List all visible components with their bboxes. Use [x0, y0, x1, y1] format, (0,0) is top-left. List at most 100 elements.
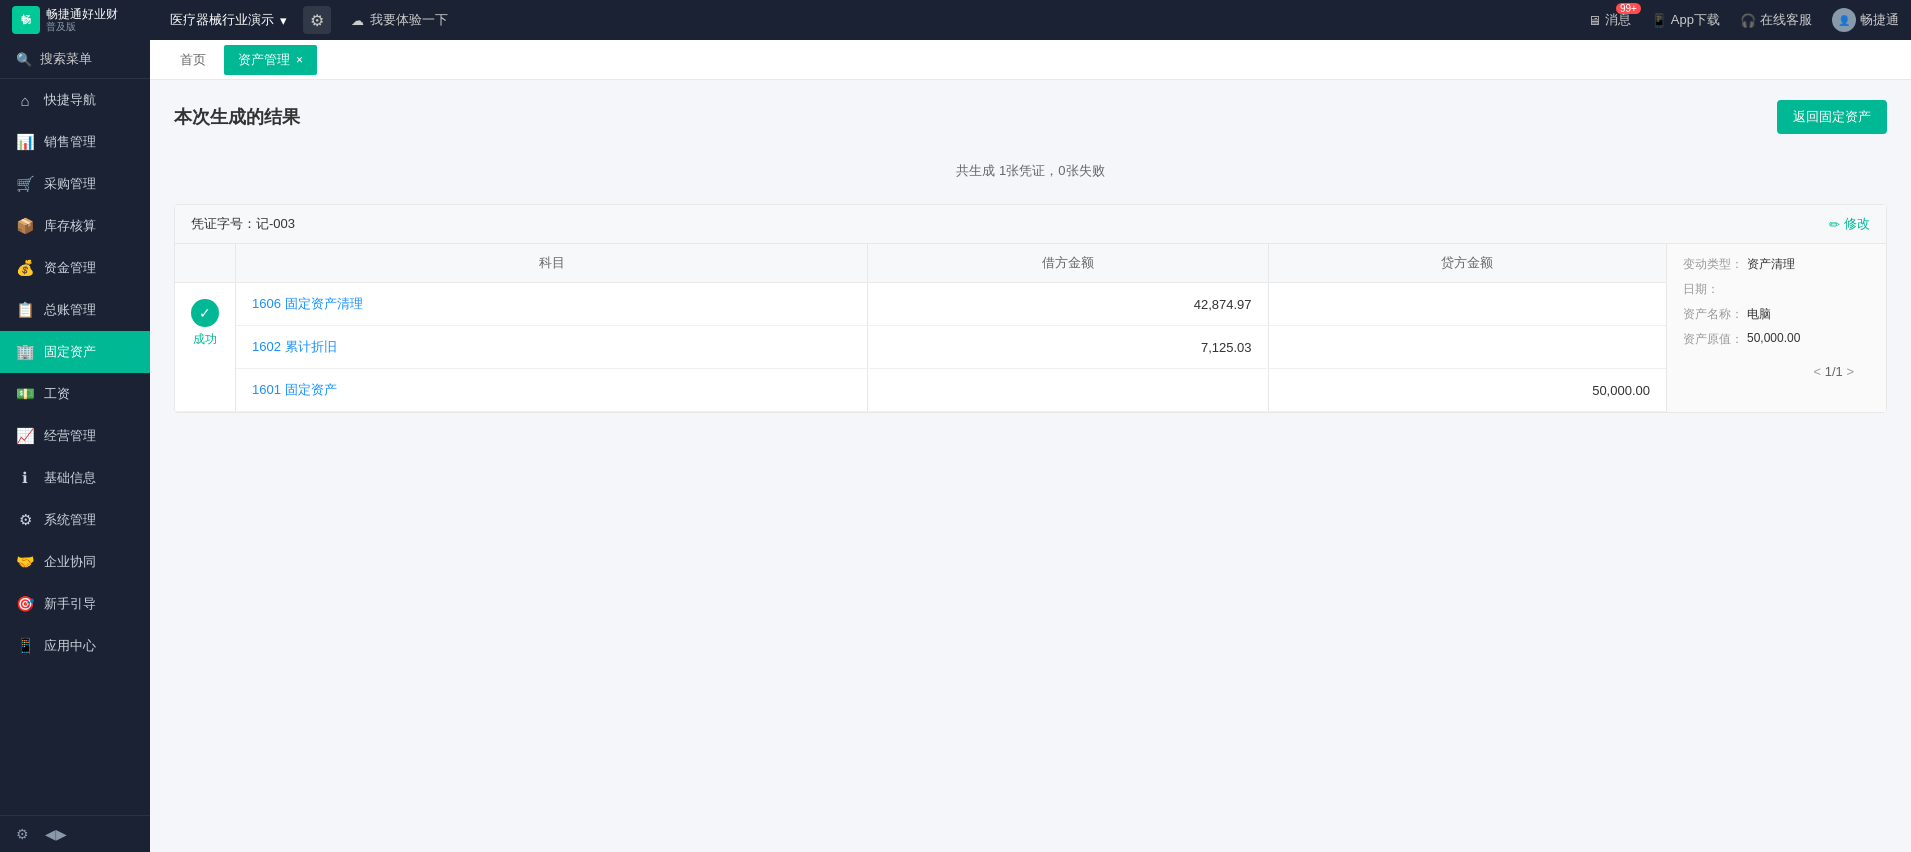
settings-bottom-icon[interactable]: ⚙ — [16, 826, 29, 842]
logo-text: 畅捷通好业财 普及版 — [46, 7, 118, 33]
voucher-number: 凭证字号：记-003 — [191, 215, 295, 233]
sidebar-item-enterprise[interactable]: 🤝 企业协同 — [0, 541, 150, 583]
table-row: 1602 累计折旧 7,125.03 — [175, 326, 1666, 369]
logo-area: 畅 畅捷通好业财 普及版 — [12, 6, 162, 34]
sidebar: 🔍 搜索菜单 ⌂ 快捷导航 📊 销售管理 🛒 采购管理 📦 库存核算 💰 资金管… — [0, 40, 150, 852]
sidebar-item-funds[interactable]: 💰 资金管理 — [0, 247, 150, 289]
sidebar-item-fixed-assets[interactable]: 🏢 固定资产 — [0, 331, 150, 373]
sidebar-item-label: 快捷导航 — [44, 91, 96, 109]
workspace-selector[interactable]: 医疗器械行业演示 ▾ — [162, 7, 295, 33]
voucher-header: 凭证字号：记-003 ✏ 修改 — [175, 205, 1886, 244]
cloud-icon: ☁ — [351, 13, 364, 28]
purchase-icon: 🛒 — [16, 175, 34, 193]
prev-page-icon[interactable]: < — [1814, 364, 1822, 379]
search-icon: 🔍 — [16, 52, 32, 67]
ledger-icon: 📋 — [16, 301, 34, 319]
operations-icon: 📈 — [16, 427, 34, 445]
sidebar-item-guide[interactable]: 🎯 新手引导 — [0, 583, 150, 625]
sidebar-item-ledger[interactable]: 📋 总账管理 — [0, 289, 150, 331]
content-area: 本次生成的结果 返回固定资产 共生成 1张凭证，0张失败 凭证字号：记-003 … — [150, 80, 1911, 852]
table-row: ✓ 成功 1606 固定资产清理 42,874.97 — [175, 283, 1666, 326]
tabs-bar: 首页 资产管理 × — [150, 40, 1911, 80]
header-right: 🖥 消息 99+ 📱 App下载 🎧 在线客服 👤 畅捷通 — [1588, 8, 1899, 32]
logo-subtitle: 普及版 — [46, 21, 118, 33]
next-page-icon[interactable]: > — [1846, 364, 1854, 379]
sidebar-item-sales[interactable]: 📊 销售管理 — [0, 121, 150, 163]
col-debit: 借方金额 — [868, 244, 1268, 283]
basic-info-icon: ℹ — [16, 469, 34, 487]
collapse-icon[interactable]: ◀▶ — [45, 826, 67, 842]
chevron-down-icon: ▾ — [280, 13, 287, 28]
right-side: 首页 资产管理 × 本次生成的结果 返回固定资产 共生成 1张凭证，0张失败 凭… — [150, 40, 1911, 852]
inventory-icon: 📦 — [16, 217, 34, 235]
table-row: 1601 固定资产 50,000.00 — [175, 369, 1666, 412]
sidebar-item-label: 应用中心 — [44, 637, 96, 655]
sidebar-item-label: 销售管理 — [44, 133, 96, 151]
change-type-item: 变动类型： 资产清理 — [1683, 256, 1870, 273]
voucher-body: 科目 借方金额 贷方金额 ✓ 成功 — [175, 244, 1886, 412]
sales-icon: 📊 — [16, 133, 34, 151]
credit-cell — [1268, 283, 1666, 326]
top-header: 畅 畅捷通好业财 普及版 医疗器械行业演示 ▾ ⚙ ☁ 我要体验一下 🖥 消息 … — [0, 0, 1911, 40]
sidebar-search[interactable]: 🔍 搜索菜单 — [0, 40, 150, 79]
mobile-icon: 📱 — [1651, 13, 1667, 28]
app-center-icon: 📱 — [16, 637, 34, 655]
tab-close-icon[interactable]: × — [296, 54, 303, 66]
change-type-value: 资产清理 — [1747, 256, 1795, 273]
workspace-name: 医疗器械行业演示 — [170, 11, 274, 29]
col-credit: 贷方金额 — [1268, 244, 1666, 283]
sidebar-item-purchase[interactable]: 🛒 采购管理 — [0, 163, 150, 205]
sidebar-item-payroll[interactable]: 💵 工资 — [0, 373, 150, 415]
voucher-table: 科目 借方金额 贷方金额 ✓ 成功 — [175, 244, 1666, 412]
tab-asset-management[interactable]: 资产管理 × — [224, 45, 317, 75]
edit-icon: ✏ — [1829, 217, 1840, 232]
gear-button[interactable]: ⚙ — [303, 6, 331, 34]
return-button[interactable]: 返回固定资产 — [1777, 100, 1887, 134]
account-cell: 1602 累计折旧 — [236, 326, 868, 369]
sidebar-item-label: 经营管理 — [44, 427, 96, 445]
tab-home[interactable]: 首页 — [166, 45, 220, 75]
credit-cell: 50,000.00 — [1268, 369, 1666, 412]
date-item: 日期： — [1683, 281, 1870, 298]
sidebar-bottom: ⚙ ◀▶ — [0, 815, 150, 852]
account-cell: 1601 固定资产 — [236, 369, 868, 412]
original-value-label: 资产原值： — [1683, 331, 1743, 348]
sidebar-item-label: 新手引导 — [44, 595, 96, 613]
col-account: 科目 — [236, 244, 868, 283]
debit-cell: 42,874.97 — [868, 283, 1268, 326]
sidebar-item-label: 固定资产 — [44, 343, 96, 361]
user-item[interactable]: 👤 畅捷通 — [1832, 8, 1899, 32]
messages-badge: 99+ — [1616, 3, 1641, 14]
asset-name-label: 资产名称： — [1683, 306, 1743, 323]
messages-item[interactable]: 🖥 消息 99+ — [1588, 11, 1631, 29]
edit-button[interactable]: ✏ 修改 — [1829, 215, 1870, 233]
online-service-item[interactable]: 🎧 在线客服 — [1740, 11, 1812, 29]
sidebar-item-label: 工资 — [44, 385, 70, 403]
headset-icon: 🎧 — [1740, 13, 1756, 28]
experience-button[interactable]: ☁ 我要体验一下 — [351, 11, 448, 29]
search-label: 搜索菜单 — [40, 50, 92, 68]
main-layout: 🔍 搜索菜单 ⌂ 快捷导航 📊 销售管理 🛒 采购管理 📦 库存核算 💰 资金管… — [0, 40, 1911, 852]
sidebar-item-quick-nav[interactable]: ⌂ 快捷导航 — [0, 79, 150, 121]
funds-icon: 💰 — [16, 259, 34, 277]
summary-text: 共生成 1张凭证，0张失败 — [174, 154, 1887, 188]
sidebar-item-label: 库存核算 — [44, 217, 96, 235]
sidebar-item-basic-info[interactable]: ℹ 基础信息 — [0, 457, 150, 499]
payroll-icon: 💵 — [16, 385, 34, 403]
original-value-item: 资产原值： 50,000.00 — [1683, 331, 1870, 348]
message-icon: 🖥 — [1588, 13, 1601, 28]
pagination-row: < 1/1 > — [1683, 356, 1870, 387]
debit-cell — [868, 369, 1268, 412]
debit-cell: 7,125.03 — [868, 326, 1268, 369]
sidebar-item-label: 资金管理 — [44, 259, 96, 277]
credit-cell — [1268, 326, 1666, 369]
sidebar-item-app-center[interactable]: 📱 应用中心 — [0, 625, 150, 667]
success-circle: ✓ — [191, 299, 219, 327]
sidebar-item-label: 基础信息 — [44, 469, 96, 487]
app-download-item[interactable]: 📱 App下载 — [1651, 11, 1720, 29]
guide-icon: 🎯 — [16, 595, 34, 613]
sidebar-item-operations[interactable]: 📈 经营管理 — [0, 415, 150, 457]
sidebar-item-inventory[interactable]: 📦 库存核算 — [0, 205, 150, 247]
date-label: 日期： — [1683, 281, 1719, 298]
sidebar-item-system[interactable]: ⚙ 系统管理 — [0, 499, 150, 541]
